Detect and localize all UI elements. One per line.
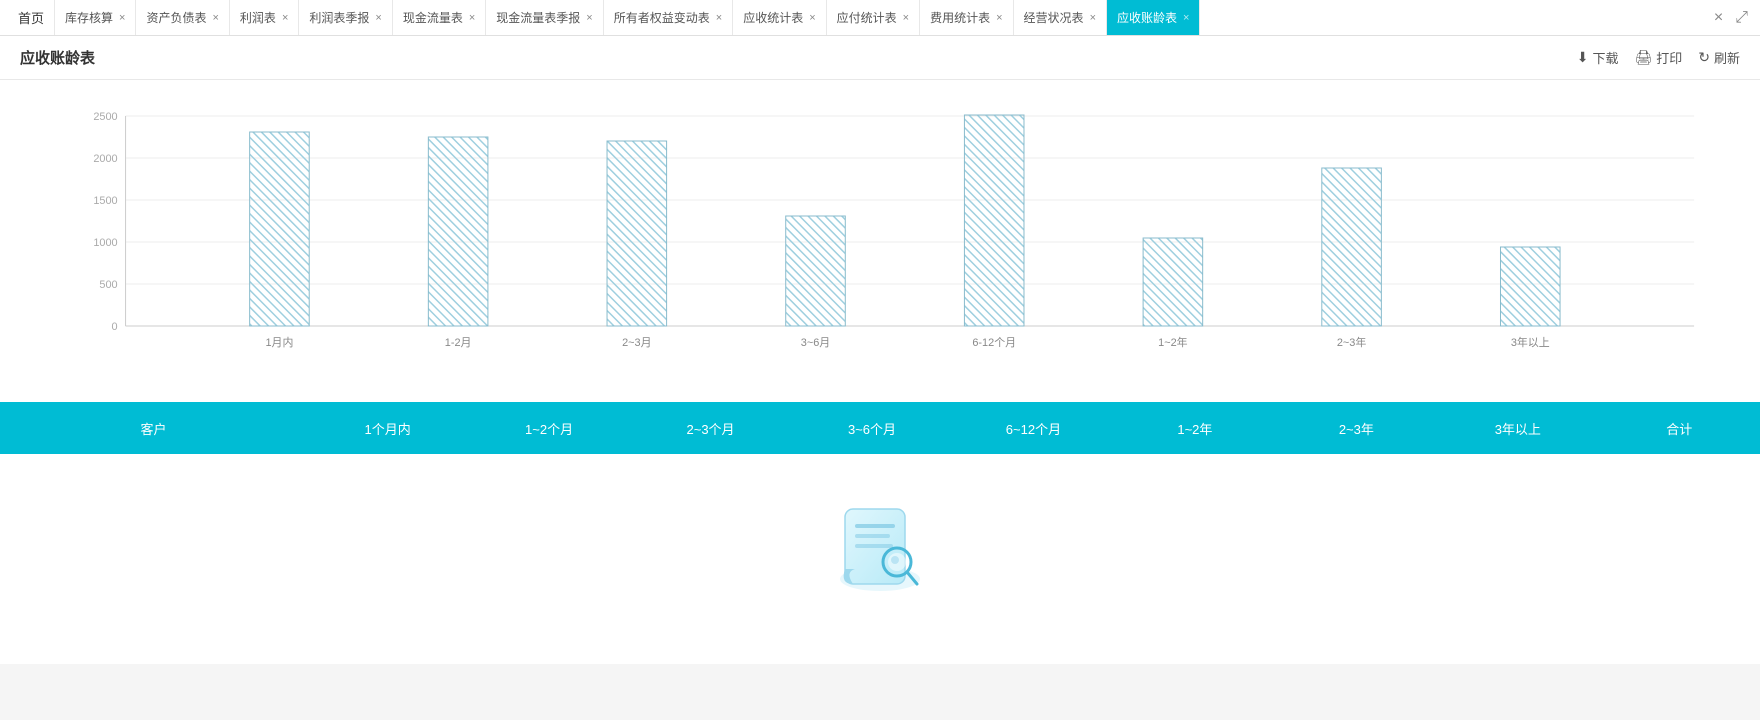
print-label: 打印 xyxy=(1656,48,1682,67)
close-icon[interactable]: × xyxy=(1183,12,1189,24)
svg-text:3~6月: 3~6月 xyxy=(801,337,830,349)
bar-3-plus-year xyxy=(1500,247,1560,326)
close-icon[interactable]: × xyxy=(716,12,722,24)
tab-ap-stats-label: 应付统计表 xyxy=(837,9,897,26)
th-3-6month: 3~6个月 xyxy=(791,419,952,438)
close-icon[interactable]: × xyxy=(375,12,381,24)
print-icon: 🖨 xyxy=(1634,49,1652,66)
tab-inventory-label: 库存核算 xyxy=(65,9,113,26)
tab-operations-label: 经营状况表 xyxy=(1024,9,1084,26)
tab-balance-sheet-label: 资产负债表 xyxy=(146,9,206,26)
bar-1-2-year xyxy=(1143,238,1203,326)
bar-1-2-month xyxy=(428,137,488,326)
th-1month: 1个月内 xyxy=(307,419,468,438)
th-2-3month: 2~3个月 xyxy=(630,419,791,438)
download-button[interactable]: ⬇ 下载 xyxy=(1577,48,1619,67)
tab-operations[interactable]: 经营状况表 × xyxy=(1014,0,1107,36)
main-content: 2500 2000 1500 1000 500 0 1月内 1-2月 xyxy=(0,80,1760,402)
th-2-3year: 2~3年 xyxy=(1276,419,1437,438)
th-3plus-year: 3年以上 xyxy=(1437,419,1598,438)
close-icon[interactable]: × xyxy=(586,12,592,24)
bar-chart: 2500 2000 1500 1000 500 0 1月内 1-2月 xyxy=(66,106,1704,366)
page-header: 应收账龄表 ⬇ 下载 🖨 打印 ↻ 刷新 xyxy=(0,36,1760,80)
tab-profit-quarterly[interactable]: 利润表季报 × xyxy=(299,0,392,36)
window-controls: × ⤢ xyxy=(1710,9,1752,27)
tab-profit[interactable]: 利润表 × xyxy=(230,0,299,36)
table-header: 客户 1个月内 1~2个月 2~3个月 3~6个月 6~12个月 1~2年 2~… xyxy=(0,402,1760,454)
th-total: 合计 xyxy=(1599,419,1760,438)
svg-text:2~3年: 2~3年 xyxy=(1337,335,1366,349)
tab-balance-sheet[interactable]: 资产负债表 × xyxy=(136,0,229,36)
table-body xyxy=(0,454,1760,664)
close-window-icon[interactable]: × xyxy=(1710,9,1727,27)
svg-text:2500: 2500 xyxy=(93,111,117,123)
download-icon: ⬇ xyxy=(1577,49,1589,66)
tab-profit-quarterly-label: 利润表季报 xyxy=(309,9,369,26)
tab-ar-aging[interactable]: 应收账龄表 × xyxy=(1107,0,1200,36)
th-6-12month: 6~12个月 xyxy=(953,419,1114,438)
page-title: 应收账龄表 xyxy=(20,47,95,68)
close-icon[interactable]: × xyxy=(119,12,125,24)
svg-text:2000: 2000 xyxy=(93,153,117,165)
svg-text:1500: 1500 xyxy=(93,195,117,207)
tab-home[interactable]: 首页 xyxy=(8,0,55,36)
tab-home-label: 首页 xyxy=(18,8,44,27)
svg-text:3年以上: 3年以上 xyxy=(1511,335,1550,349)
tab-expense-stats[interactable]: 费用统计表 × xyxy=(920,0,1013,36)
svg-text:2~3月: 2~3月 xyxy=(622,337,651,349)
tab-cashflow-quarterly[interactable]: 现金流量表季报 × xyxy=(486,0,603,36)
close-icon[interactable]: × xyxy=(282,12,288,24)
tab-profit-label: 利润表 xyxy=(240,9,276,26)
tab-expense-stats-label: 费用统计表 xyxy=(930,9,990,26)
svg-text:1月内: 1月内 xyxy=(265,335,293,349)
tab-equity-label: 所有者权益变动表 xyxy=(614,9,710,26)
tab-equity[interactable]: 所有者权益变动表 × xyxy=(604,0,733,36)
close-icon[interactable]: × xyxy=(469,12,475,24)
svg-text:1~2年: 1~2年 xyxy=(1158,335,1187,349)
svg-text:500: 500 xyxy=(99,279,117,291)
svg-text:0: 0 xyxy=(112,321,118,333)
bar-3-6-month xyxy=(786,216,846,326)
svg-text:6-12个月: 6-12个月 xyxy=(972,336,1016,349)
empty-state-icon xyxy=(825,494,935,604)
bar-2-3-month xyxy=(607,141,667,326)
close-icon[interactable]: × xyxy=(809,12,815,24)
close-icon[interactable]: × xyxy=(996,12,1002,24)
bar-2-3-year xyxy=(1322,168,1382,326)
th-1-2year: 1~2年 xyxy=(1114,419,1275,438)
download-label: 下载 xyxy=(1592,48,1618,67)
empty-state xyxy=(0,454,1760,664)
tab-ar-aging-label: 应收账龄表 xyxy=(1117,9,1177,26)
tab-inventory[interactable]: 库存核算 × xyxy=(55,0,136,36)
maximize-window-icon[interactable]: ⤢ xyxy=(1731,9,1752,27)
close-icon[interactable]: × xyxy=(1090,12,1096,24)
header-actions: ⬇ 下载 🖨 打印 ↻ 刷新 xyxy=(1577,48,1740,67)
th-1-2month: 1~2个月 xyxy=(468,419,629,438)
tab-cashflow-label: 现金流量表 xyxy=(403,9,463,26)
svg-text:1000: 1000 xyxy=(93,237,117,249)
svg-text:1-2月: 1-2月 xyxy=(445,337,472,349)
refresh-label: 刷新 xyxy=(1714,48,1740,67)
bar-1-month xyxy=(250,132,310,326)
tab-bar: 首页 库存核算 × 资产负债表 × 利润表 × 利润表季报 × 现金流量表 × … xyxy=(0,0,1760,36)
refresh-icon: ↻ xyxy=(1698,49,1710,66)
th-customer: 客户 xyxy=(0,419,307,438)
chart-container: 2500 2000 1500 1000 500 0 1月内 1-2月 xyxy=(16,96,1744,386)
tab-ap-stats[interactable]: 应付统计表 × xyxy=(827,0,920,36)
bar-6-12-month xyxy=(964,115,1024,326)
print-button[interactable]: 🖨 打印 xyxy=(1634,48,1682,67)
close-icon[interactable]: × xyxy=(212,12,218,24)
tab-cashflow-quarterly-label: 现金流量表季报 xyxy=(496,9,580,26)
close-icon[interactable]: × xyxy=(903,12,909,24)
tab-ar-stats[interactable]: 应收统计表 × xyxy=(733,0,826,36)
tab-ar-stats-label: 应收统计表 xyxy=(743,9,803,26)
tab-cashflow[interactable]: 现金流量表 × xyxy=(393,0,486,36)
refresh-button[interactable]: ↻ 刷新 xyxy=(1698,48,1740,67)
